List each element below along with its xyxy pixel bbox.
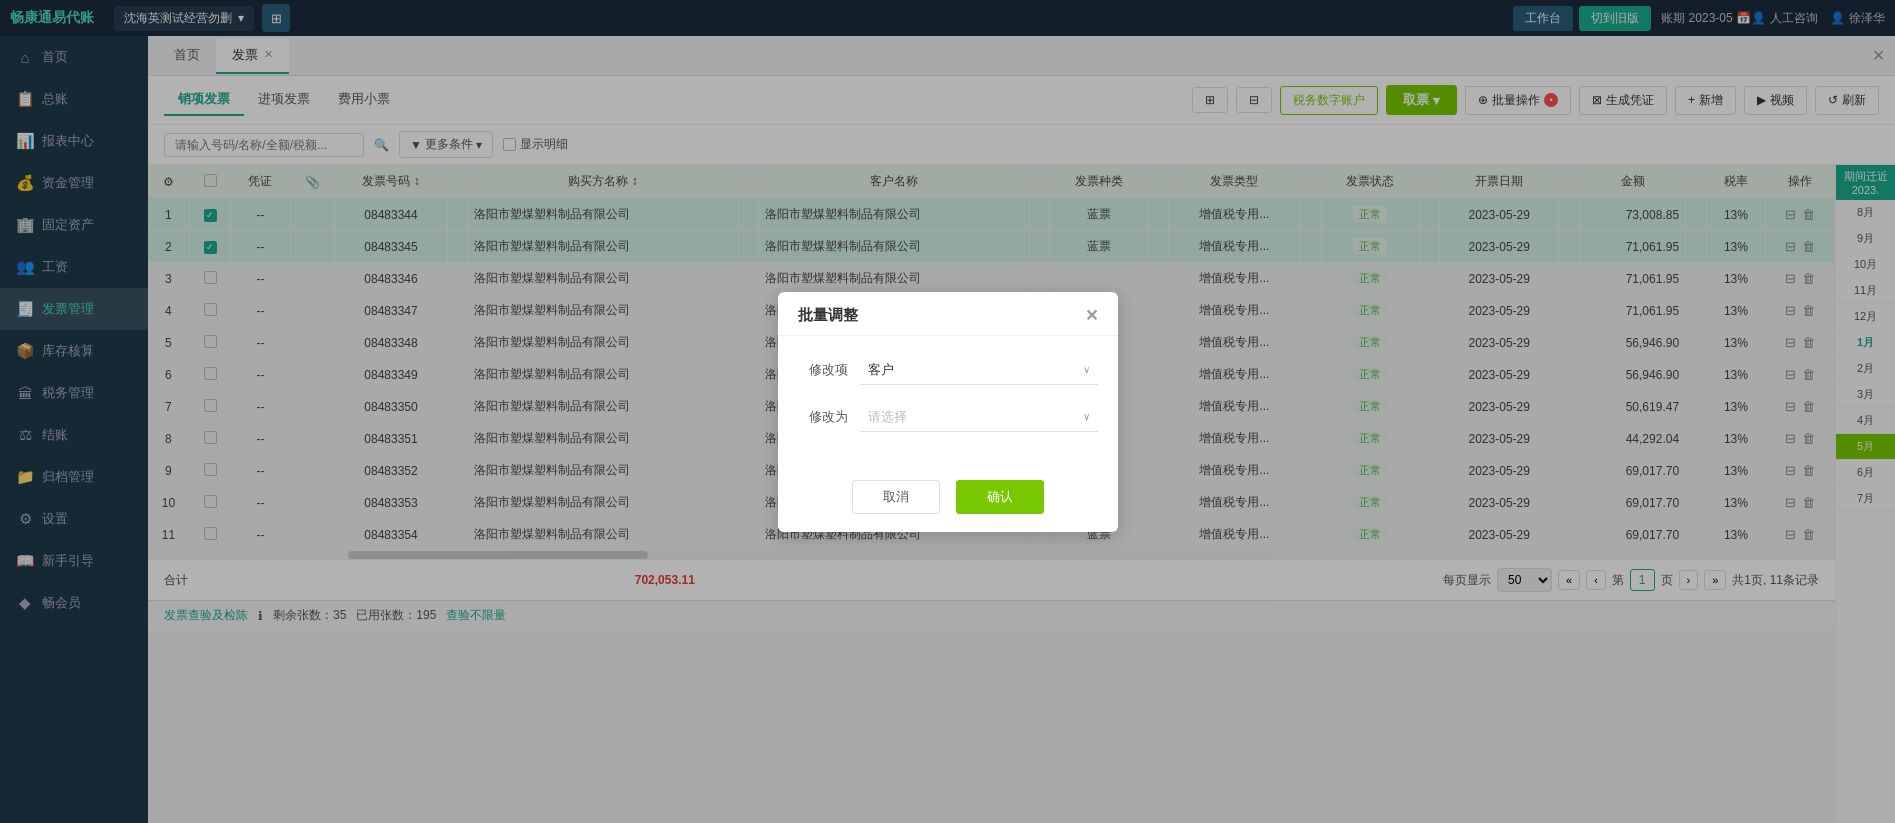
modal-overlay: 批量调整 ✕ 修改项 客户 ∨ 修改为 请选择 ∨ [0, 0, 1895, 823]
modify-field-row: 修改项 客户 ∨ [798, 356, 1098, 385]
modal-header: 批量调整 ✕ [778, 292, 1118, 336]
modify-to-select[interactable]: 请选择 ∨ [860, 403, 1098, 432]
modify-field-label: 修改项 [798, 361, 848, 379]
modify-to-placeholder: 请选择 [868, 408, 907, 426]
modify-field-value[interactable]: 客户 ∨ [860, 356, 1098, 384]
modal-confirm-btn[interactable]: 确认 [956, 480, 1044, 514]
modal-body: 修改项 客户 ∨ 修改为 请选择 ∨ [778, 336, 1118, 470]
modify-field-select[interactable]: 客户 ∨ [860, 356, 1098, 385]
to-dropdown-icon: ∨ [1083, 411, 1090, 422]
modal-close-btn[interactable]: ✕ [1085, 306, 1098, 325]
field-dropdown-icon: ∨ [1083, 364, 1090, 375]
modal-cancel-btn[interactable]: 取消 [852, 480, 940, 514]
modify-to-label: 修改为 [798, 408, 848, 426]
modify-to-row: 修改为 请选择 ∨ [798, 403, 1098, 432]
modal-footer: 取消 确认 [778, 470, 1118, 532]
modify-to-value[interactable]: 请选择 ∨ [860, 403, 1098, 431]
modal-title: 批量调整 [798, 306, 858, 325]
batch-adjust-modal: 批量调整 ✕ 修改项 客户 ∨ 修改为 请选择 ∨ [778, 292, 1118, 532]
